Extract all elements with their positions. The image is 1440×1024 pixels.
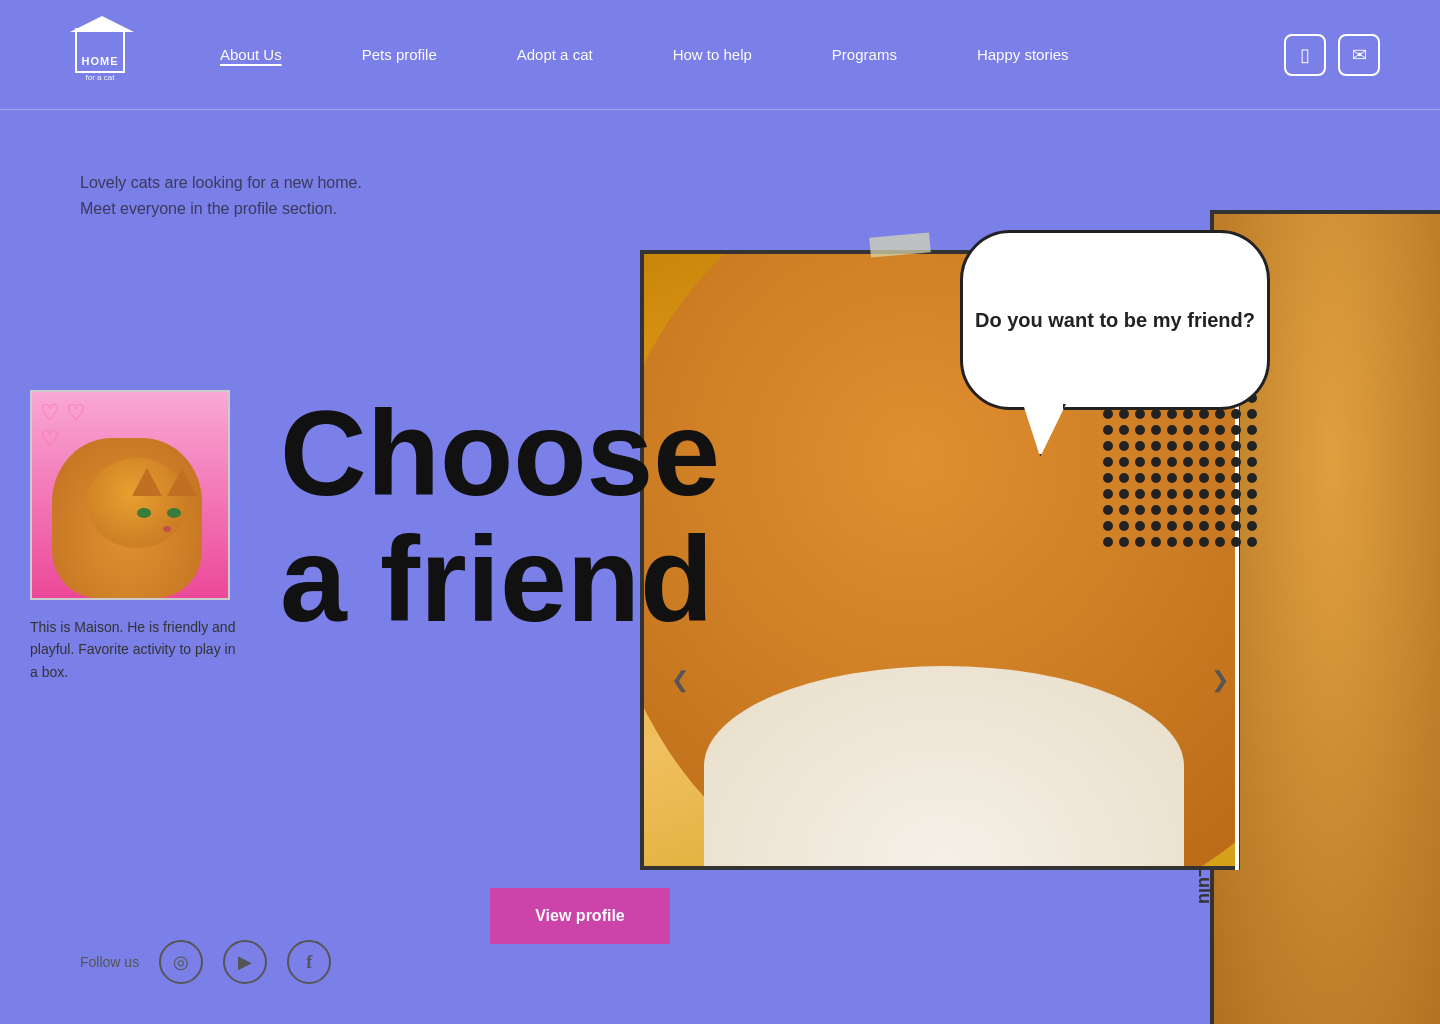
- nav-link-adopt[interactable]: Adopt a cat: [517, 46, 593, 63]
- view-profile-button[interactable]: View profile: [490, 888, 670, 944]
- small-cat-head: [87, 458, 187, 548]
- cat-thumbnail: ♡ ♡ ♡: [30, 390, 230, 600]
- cat-description: This is Maison. He is friendly and playf…: [30, 616, 240, 683]
- dot-pattern-decoration: [1100, 390, 1260, 550]
- svg-rect-1: [1100, 390, 1260, 550]
- nav-item-stories[interactable]: Happy stories: [977, 46, 1069, 64]
- hearts-decoration: ♡ ♡ ♡: [40, 400, 86, 452]
- hero-heading-line2: a friend: [280, 516, 720, 642]
- nav-link-about[interactable]: About Us: [220, 46, 282, 63]
- main-content: Lovely cats are looking for a new home. …: [0, 110, 1440, 1024]
- email-icon-button[interactable]: ✉: [1338, 34, 1380, 76]
- nav-link-help[interactable]: How to help: [673, 46, 752, 63]
- tagline: Lovely cats are looking for a new home. …: [80, 170, 362, 221]
- small-cat-nose: [163, 526, 171, 532]
- facebook-icon-button[interactable]: f: [287, 940, 331, 984]
- carousel-arrow-left[interactable]: ❮: [660, 660, 700, 700]
- instagram-icon: ◎: [173, 951, 189, 973]
- hero-heading: Choose a friend: [280, 390, 720, 642]
- nav-item-programs[interactable]: Programs: [832, 46, 897, 64]
- carousel-arrow-right[interactable]: ❯: [1200, 660, 1240, 700]
- logo-text: HOME: [82, 55, 119, 67]
- instagram-icon-button[interactable]: ◎: [159, 940, 203, 984]
- small-cat-body: [52, 438, 202, 598]
- nav-action-icons: ▯ ✉: [1284, 34, 1380, 76]
- logo[interactable]: HOME for a cat: [60, 20, 140, 90]
- nav-item-pets[interactable]: Pets profile: [362, 46, 437, 64]
- heart-icon-1: ♡: [40, 400, 60, 426]
- phone-icon-button[interactable]: ▯: [1284, 34, 1326, 76]
- follow-label: Follow us: [80, 954, 139, 970]
- heart-icon-3: ♡: [40, 426, 60, 452]
- nav-item-adopt[interactable]: Adopt a cat: [517, 46, 593, 64]
- facebook-icon: f: [306, 952, 312, 973]
- nav-item-about[interactable]: About Us: [220, 46, 282, 64]
- speech-bubble-text: Do you want to be my friend?: [975, 306, 1255, 334]
- speech-bubble: Do you want to be my friend?: [960, 230, 1270, 410]
- youtube-icon-button[interactable]: ▶: [223, 940, 267, 984]
- tagline-line1: Lovely cats are looking for a new home.: [80, 170, 362, 196]
- cat-name-label: Lulu: [1194, 866, 1215, 904]
- hero-heading-line1: Choose: [280, 390, 720, 516]
- navigation: HOME for a cat About Us Pets profile Ado…: [0, 0, 1440, 110]
- small-cat-eye-left: [137, 508, 151, 518]
- logo-subtext: for a cat: [86, 73, 115, 82]
- nav-link-stories[interactable]: Happy stories: [977, 46, 1069, 63]
- phone-icon: ▯: [1300, 44, 1310, 66]
- right-chevron-icon: ❯: [1211, 667, 1229, 693]
- logo-house-icon: HOME: [75, 28, 125, 73]
- tagline-line2: Meet everyone in the profile section.: [80, 196, 362, 222]
- cat-belly: [704, 666, 1184, 866]
- cat-profile-card: ♡ ♡ ♡ This is Maison. He is friendly and…: [30, 390, 240, 683]
- heart-icon-2: ♡: [66, 400, 86, 426]
- footer-social: Follow us ◎ ▶ f: [80, 940, 331, 984]
- nav-link-programs[interactable]: Programs: [832, 46, 897, 63]
- left-chevron-icon: ❮: [671, 667, 689, 693]
- small-cat-ear-right: [167, 468, 197, 496]
- youtube-icon: ▶: [238, 951, 252, 973]
- small-cat-ear-left: [132, 468, 162, 496]
- small-cat-eye-right: [167, 508, 181, 518]
- nav-menu: About Us Pets profile Adopt a cat How to…: [220, 46, 1284, 64]
- nav-link-pets[interactable]: Pets profile: [362, 46, 437, 63]
- email-icon: ✉: [1352, 44, 1367, 66]
- nav-item-help[interactable]: How to help: [673, 46, 752, 64]
